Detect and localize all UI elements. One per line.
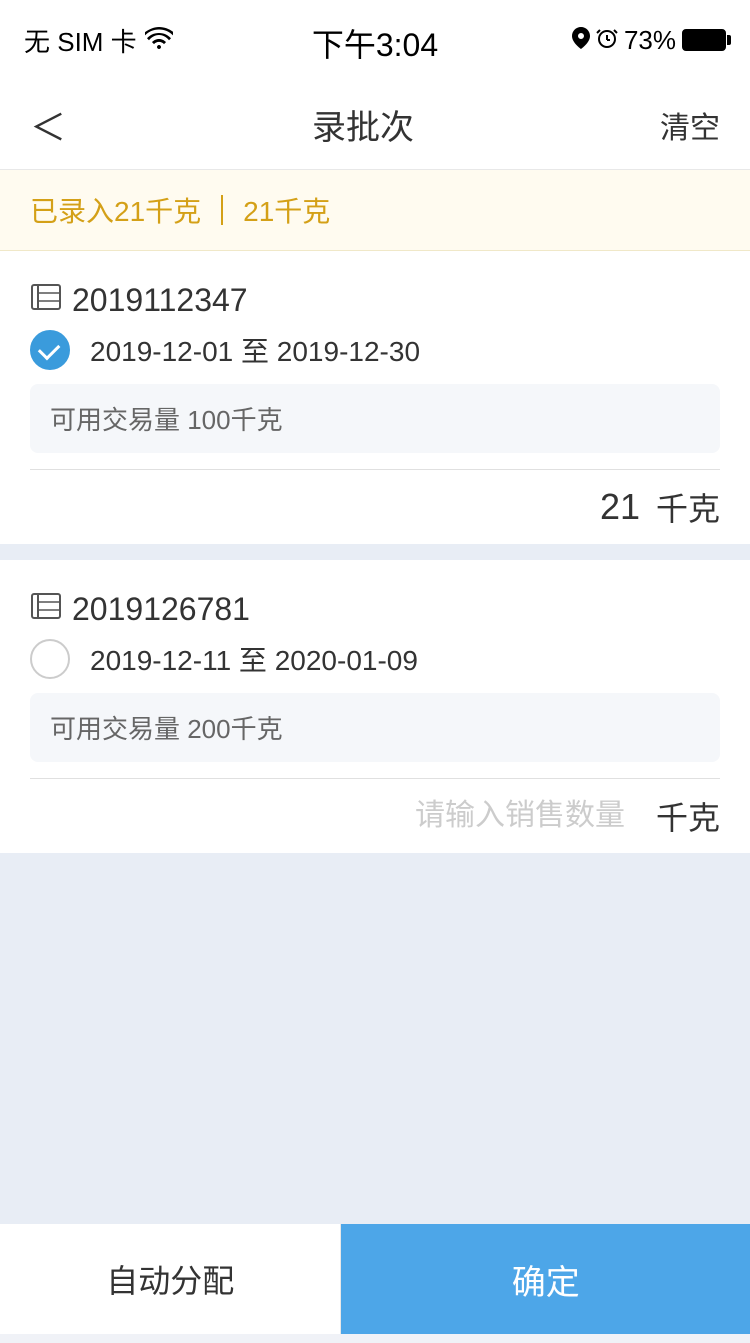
batch-date-row-2[interactable]: 2019-12-11 至 2020-01-09 — [0, 639, 750, 693]
page-title: 录批次 — [312, 100, 414, 149]
batch-card-2: 2019126781 2019-12-11 至 2020-01-09 可用交易量… — [0, 560, 750, 853]
qty-unit-1: 千克 — [656, 484, 720, 530]
qty-unit-2: 千克 — [656, 793, 720, 839]
footer: 自动分配 确定 — [0, 1224, 750, 1334]
batch-header-1: 2019112347 — [0, 251, 750, 330]
qty-value-1: 21 — [600, 486, 640, 528]
batch-id-2: 2019126781 — [72, 591, 250, 628]
clear-button[interactable]: 清空 — [660, 103, 720, 147]
batch-icon-1 — [30, 281, 62, 320]
qty-input-2[interactable] — [254, 799, 640, 833]
qty-input-row-2[interactable]: 千克 — [0, 779, 750, 853]
battery-icon — [682, 29, 726, 51]
batch-icon-2 — [30, 590, 62, 629]
batch-id-1: 2019112347 — [72, 282, 248, 319]
auto-distribute-button[interactable]: 自动分配 — [0, 1224, 341, 1334]
carrier-text: 无 SIM 卡 — [24, 22, 137, 59]
batch-radio-1[interactable] — [30, 330, 70, 370]
available-qty-2: 可用交易量 200千克 — [30, 693, 720, 762]
batch-card-1: 2019112347 2019-12-01 至 2019-12-30 可用交易量… — [0, 251, 750, 544]
batch-date-row-1[interactable]: 2019-12-01 至 2019-12-30 — [0, 330, 750, 384]
status-time: 下午3:04 — [312, 20, 438, 66]
recorded-label: 已录入21千克 — [30, 190, 201, 230]
location-icon — [572, 25, 590, 56]
batch-date-2: 2019-12-11 至 2020-01-09 — [90, 639, 418, 679]
banner-divider — [221, 195, 223, 225]
battery-text: 73% — [624, 25, 676, 56]
wifi-icon — [145, 25, 173, 56]
back-button[interactable]: ＜ — [30, 99, 66, 151]
status-bar: 无 SIM 卡 下午3:04 — [0, 0, 750, 80]
nav-bar: ＜ 录批次 清空 — [0, 80, 750, 170]
available-qty-1: 可用交易量 100千克 — [30, 384, 720, 453]
batch-radio-2[interactable] — [30, 639, 70, 679]
status-left: 无 SIM 卡 — [24, 22, 173, 59]
confirm-button[interactable]: 确定 — [341, 1224, 750, 1334]
status-right: 73% — [572, 25, 726, 56]
batch-date-1: 2019-12-01 至 2019-12-30 — [90, 330, 420, 370]
info-banner: 已录入21千克 21千克 — [0, 170, 750, 251]
recorded-value: 21千克 — [243, 190, 330, 230]
batch-qty-row-1: 21 千克 — [0, 470, 750, 544]
alarm-icon — [596, 25, 618, 56]
bottom-empty-area — [0, 853, 750, 1233]
section-separator — [0, 544, 750, 560]
batch-header-2: 2019126781 — [0, 560, 750, 639]
